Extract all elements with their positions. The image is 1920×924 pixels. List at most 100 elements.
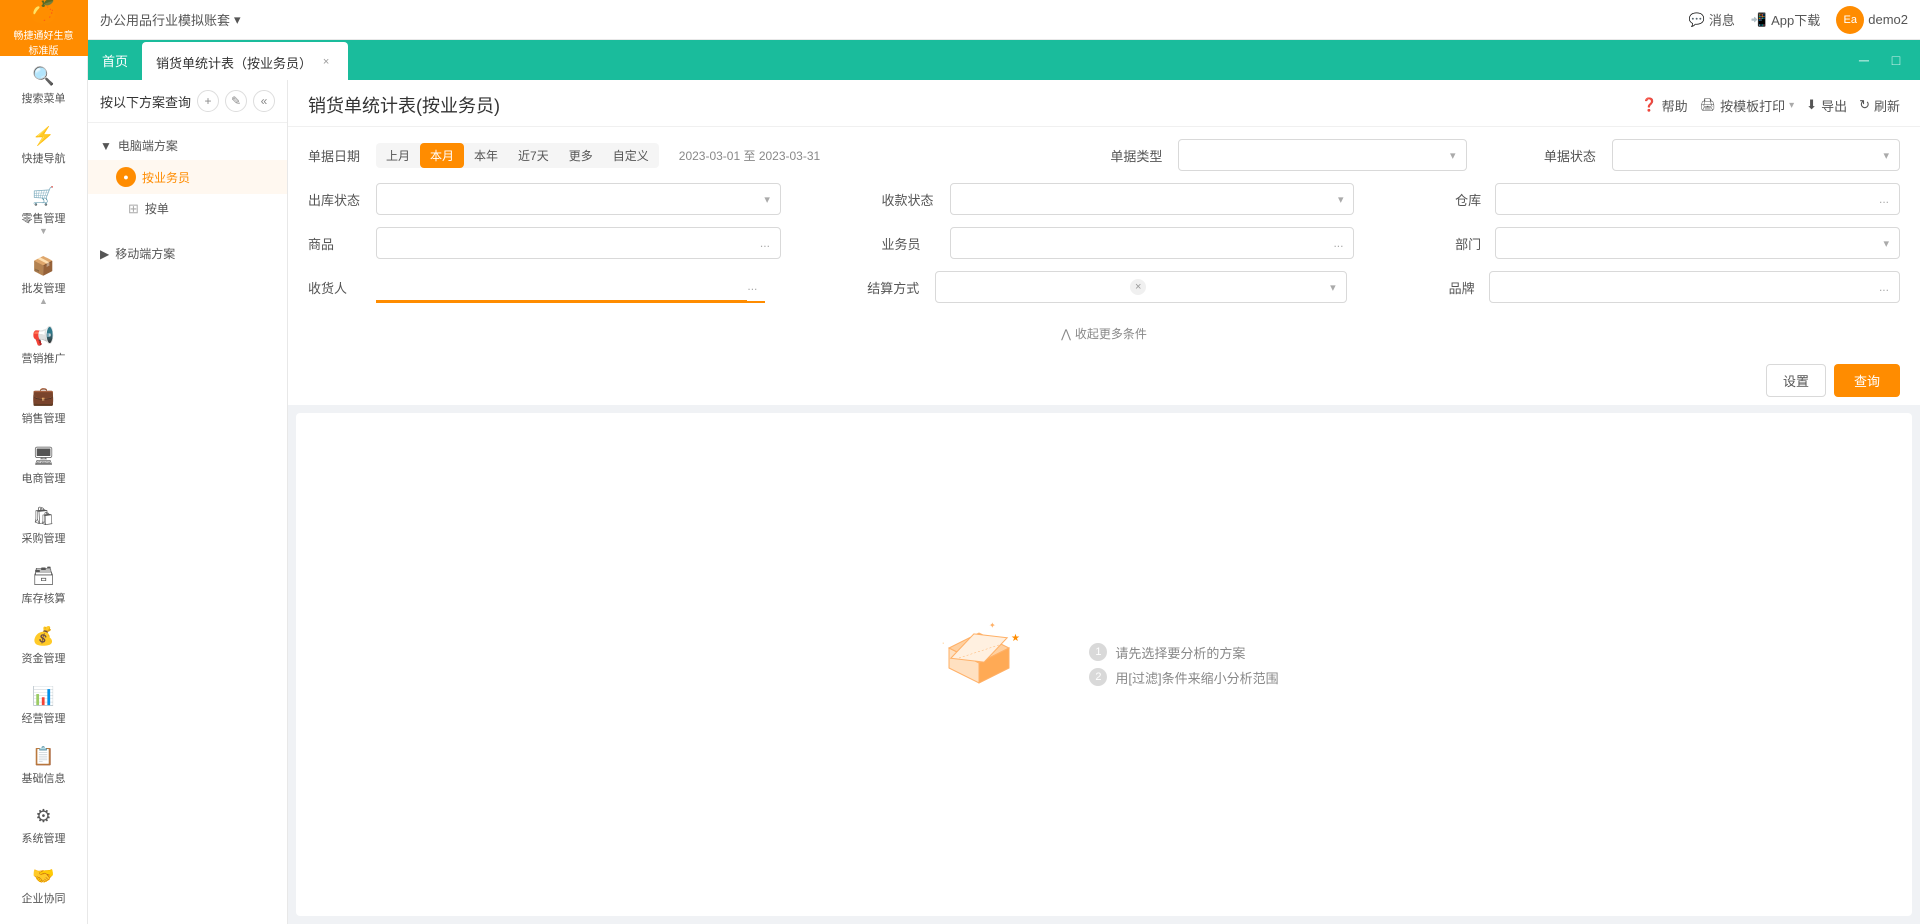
tip-text-2: 用[过滤]条件来缩小分析范围	[1115, 668, 1278, 687]
sidebar-item-purchase[interactable]: 🛍 采购管理	[0, 496, 87, 556]
department-select[interactable]: ▾	[1495, 227, 1900, 259]
receive-status-select[interactable]: ▾	[950, 183, 1355, 215]
warehouse-select[interactable]: ...	[1495, 183, 1900, 215]
tab-close-icon[interactable]: ×	[318, 54, 334, 70]
doc-type-select[interactable]: ▾	[1178, 139, 1466, 171]
sidebar-item-basic[interactable]: 📋 基础信息	[0, 736, 87, 796]
export-btn[interactable]: ⬇ 导出	[1806, 96, 1847, 115]
app-logo: 🍊 畅捷通好生意 标准版	[0, 0, 88, 56]
msg-label: 消息	[1709, 10, 1735, 29]
out-status-select[interactable]: ▾	[376, 183, 781, 215]
tab-sales-stats[interactable]: 销货单统计表（按业务员） ×	[142, 42, 348, 82]
refresh-icon: ↻	[1859, 97, 1870, 113]
brand-select[interactable]: ...	[1489, 271, 1900, 303]
tip-num-2: 2	[1089, 668, 1107, 686]
sidebar-system-label: 系统管理	[22, 830, 66, 846]
salesperson-select[interactable]: ...	[950, 227, 1355, 259]
refresh-btn[interactable]: ↻ 刷新	[1859, 96, 1900, 115]
collapse-panel-btn[interactable]: «	[253, 90, 275, 112]
receive-status-arrow-icon: ▾	[1338, 193, 1344, 206]
edit-scheme-btn[interactable]: ✎	[225, 90, 247, 112]
product-more-icon[interactable]: ...	[760, 236, 770, 250]
receiver-more-icon[interactable]: ...	[747, 279, 765, 293]
finance-icon: 💰	[32, 626, 54, 647]
sidebar-purchase-label: 采购管理	[22, 530, 66, 546]
logo-icon: 🍊	[30, 0, 57, 25]
settlement-select[interactable]: × ▾	[935, 271, 1346, 303]
collapse-label: 收起更多条件	[1075, 325, 1147, 342]
page-header: 销货单统计表(按业务员) ❓ 帮助 🖨 按模板打印 ▾ ⬇ 导出	[288, 80, 1920, 127]
date-this-year-btn[interactable]: 本年	[464, 143, 508, 168]
filter-row-3: 商品 ... 业务员 ... 部门 ▾	[308, 227, 1900, 259]
sidebar-item-wholesale[interactable]: 📦 批发管理 ▲	[0, 246, 87, 316]
settlement-clear-icon[interactable]: ×	[1130, 279, 1146, 295]
scheme-salesperson[interactable]: ● 按业务员	[88, 160, 287, 194]
receiver-input[interactable]	[376, 270, 747, 302]
tab-maximize-btn[interactable]: □	[1884, 48, 1908, 72]
sidebar-ecommerce-label: 电商管理	[22, 470, 66, 486]
product-label: 商品	[308, 234, 364, 253]
date-more-btn[interactable]: 更多	[559, 143, 603, 168]
doc-status-select[interactable]: ▾	[1612, 139, 1900, 171]
add-scheme-btn[interactable]: +	[197, 90, 219, 112]
app-download-btn[interactable]: 📲 App下载	[1751, 10, 1820, 29]
sidebar-item-enterprise[interactable]: 🤝 企业协同	[0, 856, 87, 916]
sidebar-item-search[interactable]: 🔍 搜索菜单	[0, 56, 87, 116]
sidebar-finance-label: 资金管理	[22, 650, 66, 666]
date-range-text: 2023-03-01 至 2023-03-31	[679, 147, 820, 164]
receiver-label: 收货人	[308, 278, 364, 297]
empty-state-area: ★ ✦ · 1 请先选择要分析的方案	[296, 413, 1912, 916]
doc-status-label: 单据状态	[1544, 146, 1600, 165]
basic-icon: 📋	[32, 746, 54, 767]
print-btn[interactable]: 🖨 按模板打印 ▾	[1700, 96, 1795, 115]
settings-button[interactable]: 设置	[1766, 364, 1826, 397]
query-button[interactable]: 查询	[1834, 364, 1900, 397]
sidebar-sales-label: 销售管理	[22, 410, 66, 426]
breadcrumb-dropdown[interactable]: 办公用品行业模拟账套 ▾	[100, 10, 241, 29]
wholesale-icon: 📦	[32, 256, 54, 277]
sidebar-search-label: 搜索菜单	[22, 90, 66, 106]
sidebar-item-marketing[interactable]: 📢 营销推广	[0, 316, 87, 376]
scheme-order-icon: ⊞	[128, 201, 139, 217]
sidebar-item-retail[interactable]: 🛒 零售管理 ▼	[0, 176, 87, 246]
shortcut-icon: ⚡	[32, 126, 54, 147]
scheme-order-label: 按单	[145, 200, 169, 217]
date-last-month-btn[interactable]: 上月	[376, 143, 420, 168]
sidebar-item-operation[interactable]: 📊 经营管理	[0, 676, 87, 736]
empty-row-wrap: ★ ✦ · 1 请先选择要分析的方案	[929, 613, 1278, 716]
pc-schema-section: ▼ 电脑端方案 ● 按业务员 ⊞ 按单	[88, 123, 287, 231]
user-menu[interactable]: Ea demo2	[1836, 6, 1908, 34]
sidebar-item-shortcut[interactable]: ⚡ 快捷导航	[0, 116, 87, 176]
help-btn[interactable]: ❓ 帮助	[1641, 96, 1687, 115]
date-this-month-btn[interactable]: 本月	[420, 143, 464, 168]
doc-status-arrow-icon: ▾	[1883, 149, 1889, 162]
mobile-section-title[interactable]: ▶ 移动端方案	[88, 239, 287, 268]
product-select[interactable]: ...	[376, 227, 781, 259]
date-group: 上月 本月 本年 近7天 更多 自定义	[376, 143, 659, 168]
pc-section-title[interactable]: ▼ 电脑端方案	[88, 131, 287, 160]
sidebar-item-guide[interactable]: 🎓 新手引导	[0, 916, 87, 924]
sidebar-item-inventory[interactable]: 🗃 库存核算	[0, 556, 87, 616]
svg-text:★: ★	[1011, 633, 1020, 644]
collapse-conditions-btn[interactable]: ⋀ 收起更多条件	[1041, 319, 1167, 348]
warehouse-more-icon[interactable]: ...	[1879, 192, 1889, 206]
sidebar-item-sales[interactable]: 💼 销售管理	[0, 376, 87, 436]
salesperson-more-icon[interactable]: ...	[1333, 236, 1343, 250]
help-label: 帮助	[1662, 96, 1688, 115]
sidebar-item-system[interactable]: ⚙ 系统管理	[0, 796, 87, 856]
scheme-salesperson-label: 按业务员	[142, 169, 190, 186]
empty-tip-row-1: 1 请先选择要分析的方案	[1089, 643, 1278, 662]
mobile-section-label: 移动端方案	[115, 245, 175, 262]
left-panel: 按以下方案查询 + ✎ « ▼ 电脑端方案 ● 按业务员	[88, 80, 288, 924]
msg-btn[interactable]: 💬 消息	[1689, 10, 1735, 29]
sidebar-item-finance[interactable]: 💰 资金管理	[0, 616, 87, 676]
content-area: 按以下方案查询 + ✎ « ▼ 电脑端方案 ● 按业务员	[88, 80, 1920, 924]
out-status-label: 出库状态	[308, 190, 364, 209]
tab-minimize-btn[interactable]: ─	[1852, 48, 1876, 72]
tab-home[interactable]: 首页	[88, 40, 142, 80]
date-custom-btn[interactable]: 自定义	[603, 143, 659, 168]
brand-more-icon[interactable]: ...	[1879, 280, 1889, 294]
sidebar-item-ecommerce[interactable]: 🖥 电商管理	[0, 436, 87, 496]
scheme-by-order[interactable]: ⊞ 按单	[88, 194, 287, 223]
date-last7-btn[interactable]: 近7天	[508, 143, 559, 168]
